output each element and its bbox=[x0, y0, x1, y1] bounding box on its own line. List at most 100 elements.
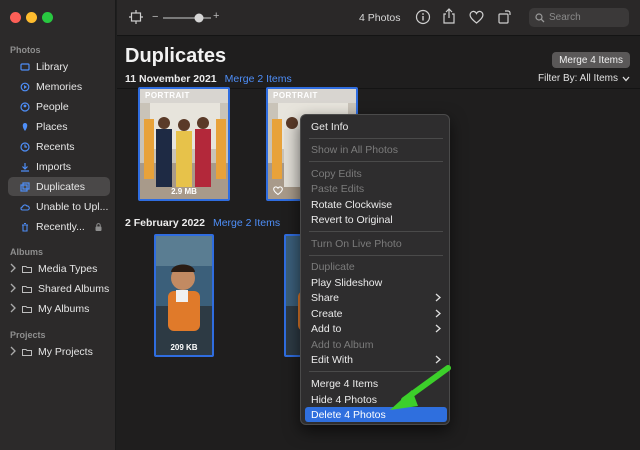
sidebar-item-label: Recently... bbox=[36, 220, 85, 233]
recents-icon bbox=[20, 141, 30, 152]
sidebar-item-media-types[interactable]: Media Types bbox=[8, 259, 110, 278]
section-label-projects: Projects bbox=[10, 330, 46, 340]
menu-item-play-slideshow[interactable]: Play Slideshow bbox=[305, 275, 447, 290]
chevron-right-icon[interactable] bbox=[9, 303, 17, 313]
photo-thumbnail[interactable]: 209 KB bbox=[154, 234, 214, 357]
sidebar-item-places[interactable]: Places bbox=[8, 117, 110, 136]
info-icon[interactable] bbox=[415, 9, 431, 25]
sidebar-item-imports[interactable]: Imports bbox=[8, 157, 110, 176]
zoom-slider[interactable] bbox=[163, 13, 213, 23]
rotate-icon[interactable] bbox=[497, 9, 512, 25]
chevron-right-icon bbox=[435, 324, 441, 333]
toolbar: − + 4 Photos bbox=[117, 0, 640, 36]
menu-separator bbox=[309, 138, 443, 139]
library-icon bbox=[20, 62, 30, 72]
places-icon bbox=[20, 122, 30, 132]
sidebar-item-label: Media Types bbox=[38, 262, 98, 275]
menu-item-rotate-clockwise[interactable]: Rotate Clockwise bbox=[305, 197, 447, 212]
search-icon bbox=[535, 12, 545, 22]
portrait-badge: PORTRAIT bbox=[145, 91, 190, 100]
favorite-heart-icon[interactable] bbox=[273, 186, 283, 195]
sidebar-item-label: People bbox=[36, 100, 69, 113]
merge-group-button[interactable]: Merge 2 Items bbox=[225, 73, 292, 85]
folder-icon bbox=[22, 347, 32, 357]
portrait-badge: PORTRAIT bbox=[273, 91, 318, 100]
merge-group-button[interactable]: Merge 2 Items bbox=[213, 217, 280, 229]
share-icon[interactable] bbox=[442, 8, 456, 25]
sidebar-item-recently-deleted[interactable]: Recently... bbox=[8, 217, 110, 236]
sidebar-item-recents[interactable]: Recents bbox=[8, 137, 110, 156]
menu-item-create[interactable]: Create bbox=[305, 306, 447, 321]
menu-item-paste-edits[interactable]: Paste Edits bbox=[305, 181, 447, 196]
page-title: Duplicates bbox=[125, 45, 227, 67]
menu-item-duplicate[interactable]: Duplicate bbox=[305, 259, 447, 274]
duplicates-icon bbox=[20, 181, 30, 192]
section-label-photos: Photos bbox=[10, 45, 41, 55]
sidebar-item-label: My Projects bbox=[38, 345, 93, 358]
menu-item-label: Create bbox=[311, 307, 343, 320]
group-portrait-photo bbox=[140, 89, 228, 199]
menu-item-add-to[interactable]: Add to bbox=[305, 321, 447, 336]
sidebar-item-shared-albums[interactable]: Shared Albums bbox=[8, 279, 110, 298]
menu-item-label: Share bbox=[311, 291, 340, 304]
menu-item-get-info[interactable]: Get Info bbox=[305, 119, 447, 134]
folder-icon bbox=[22, 264, 32, 274]
chevron-right-icon bbox=[435, 355, 441, 364]
crop-rotate-icon[interactable] bbox=[129, 9, 143, 25]
photo-count: 4 Photos bbox=[359, 12, 401, 24]
merge-all-button[interactable]: Merge 4 Items bbox=[552, 52, 630, 68]
menu-item-label: Edit With bbox=[311, 353, 354, 366]
chevron-right-icon[interactable] bbox=[9, 346, 17, 356]
menu-separator bbox=[309, 161, 443, 162]
sidebar-item-duplicates[interactable]: Duplicates bbox=[8, 177, 110, 196]
photo-thumbnail[interactable]: PORTRAIT 2.9 MB bbox=[138, 87, 230, 201]
chevron-right-icon bbox=[435, 309, 441, 318]
zoom-out-icon[interactable]: − bbox=[152, 11, 158, 23]
search-input[interactable] bbox=[549, 12, 627, 23]
memories-icon bbox=[20, 82, 30, 92]
sidebar-item-label: Memories bbox=[36, 80, 83, 93]
filter-dropdown[interactable]: Filter By: All Items bbox=[538, 73, 630, 84]
sidebar-item-label: Duplicates bbox=[36, 180, 86, 193]
menu-item-turn-on-live-photo[interactable]: Turn On Live Photo bbox=[305, 236, 447, 251]
menu-item-add-to-album[interactable]: Add to Album bbox=[305, 337, 447, 352]
favorite-heart-icon[interactable] bbox=[469, 10, 484, 24]
trash-icon bbox=[20, 222, 30, 232]
search-field[interactable] bbox=[529, 8, 629, 27]
minimize-window-button[interactable] bbox=[26, 12, 37, 23]
sidebar-item-my-albums[interactable]: My Albums bbox=[8, 299, 110, 318]
group-date: 2 February 2022 bbox=[125, 217, 205, 229]
sidebar-item-memories[interactable]: Memories bbox=[8, 77, 110, 96]
chevron-right-icon[interactable] bbox=[9, 263, 17, 273]
sidebar-item-label: Unable to Upl... bbox=[36, 200, 109, 213]
file-size: 2.9 MB bbox=[171, 187, 197, 196]
zoom-window-button[interactable] bbox=[42, 12, 53, 23]
menu-separator bbox=[309, 255, 443, 256]
menu-item-show-in-all-photos[interactable]: Show in All Photos bbox=[305, 142, 447, 157]
people-icon bbox=[20, 101, 30, 112]
menu-item-share[interactable]: Share bbox=[305, 290, 447, 305]
close-window-button[interactable] bbox=[10, 12, 21, 23]
section-label-albums: Albums bbox=[10, 247, 44, 257]
sidebar-item-unable-to-upload[interactable]: Unable to Upl... bbox=[8, 197, 110, 216]
sidebar-item-library[interactable]: Library bbox=[8, 57, 110, 76]
sidebar-item-my-projects[interactable]: My Projects bbox=[8, 342, 110, 361]
lock-icon bbox=[95, 222, 102, 231]
chevron-right-icon bbox=[435, 293, 441, 302]
zoom-in-icon[interactable]: + bbox=[213, 10, 219, 22]
chevron-right-icon[interactable] bbox=[9, 283, 17, 293]
menu-item-label: Add to bbox=[311, 322, 342, 335]
sidebar-item-label: Imports bbox=[36, 160, 72, 173]
menu-item-copy-edits[interactable]: Copy Edits bbox=[305, 166, 447, 181]
group-date: 11 November 2021 bbox=[125, 73, 217, 85]
sidebar-item-people[interactable]: People bbox=[8, 97, 110, 116]
annotation-arrow-icon bbox=[390, 365, 451, 410]
folder-icon bbox=[22, 304, 32, 314]
folder-icon bbox=[22, 284, 32, 294]
filter-label: Filter By: All Items bbox=[537, 73, 618, 84]
sidebar: Photos Library Memories People Places Re… bbox=[0, 0, 116, 450]
chevron-down-icon bbox=[622, 76, 630, 81]
sidebar-item-label: Shared Albums bbox=[38, 282, 110, 295]
menu-item-revert-to-original[interactable]: Revert to Original bbox=[305, 212, 447, 227]
child-photo bbox=[156, 236, 212, 355]
